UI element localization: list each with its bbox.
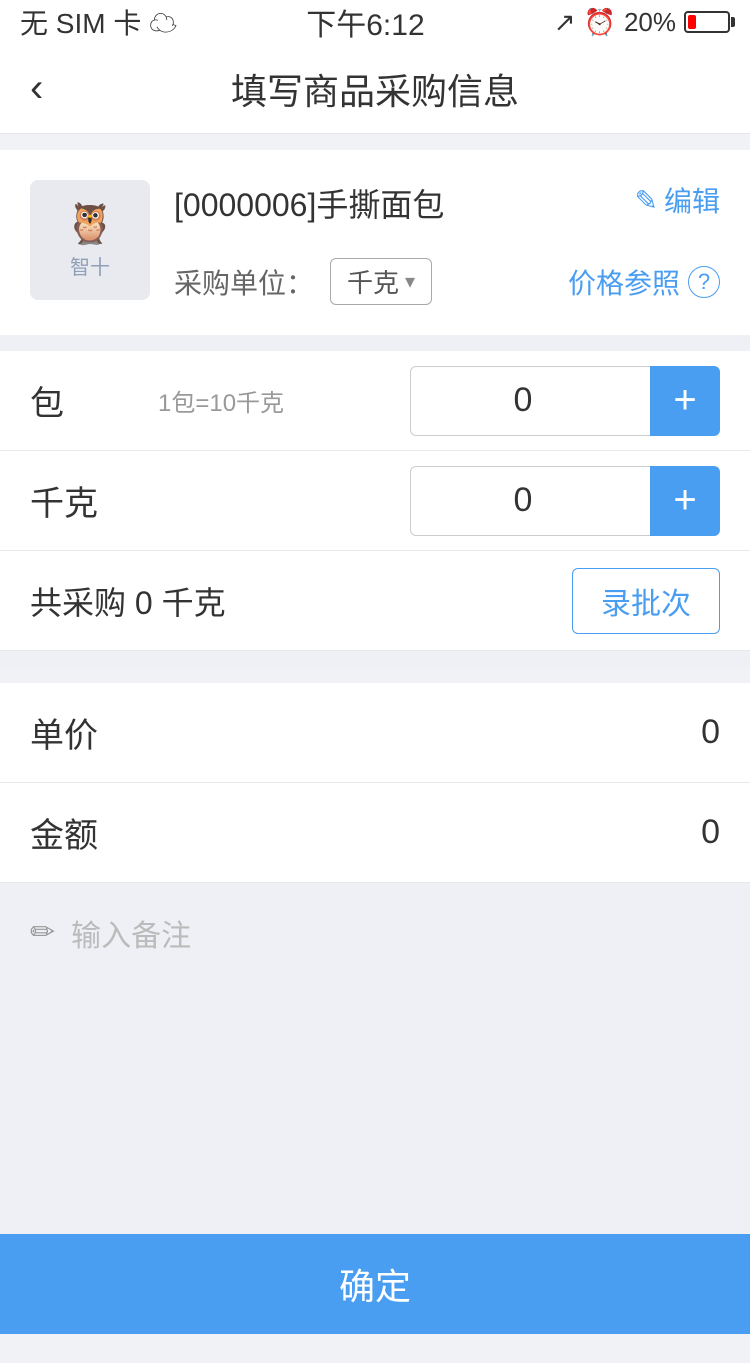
- pencil-icon: ✏: [30, 915, 55, 950]
- battery-percent: 20%: [624, 7, 676, 38]
- unit-selector[interactable]: 千克 ▾: [330, 258, 432, 305]
- back-button[interactable]: ‹: [20, 56, 53, 121]
- edit-icon: ✎: [635, 184, 658, 217]
- section-divider-1: [0, 335, 750, 351]
- price-help-icon[interactable]: ?: [688, 266, 720, 298]
- unit-label: 采购单位：: [174, 262, 314, 302]
- product-thumbnail: 🦉 智十: [30, 180, 150, 300]
- product-unit-row: 采购单位： 千克 ▾: [174, 258, 432, 305]
- amount-label: 金额: [30, 808, 98, 857]
- kg-plus-button[interactable]: +: [650, 466, 720, 536]
- bag-input-control: +: [410, 366, 720, 436]
- amount-row: 金额 0: [0, 783, 750, 883]
- battery-icon: [684, 11, 730, 33]
- bag-input-row: 包 1包=10千克 +: [0, 351, 750, 451]
- kg-label: 千克: [30, 476, 150, 525]
- product-info: [0000006]手撕面包 ✎ 编辑 采购单位： 千克 ▾ 价格参照 ?: [174, 180, 720, 305]
- bag-quantity-input[interactable]: [410, 366, 650, 436]
- status-bar: 无 SIM 卡 ☁ 下午6:12 ↗ ⏰ 20%: [0, 0, 750, 44]
- edit-button[interactable]: ✎ 编辑: [635, 180, 720, 220]
- status-right: ↗ ⏰ 20%: [554, 7, 730, 38]
- unit-value: 千克: [347, 263, 399, 300]
- unit-price-row: 单价 0: [0, 683, 750, 783]
- chevron-down-icon: ▾: [405, 269, 415, 294]
- amount-value: 0: [701, 813, 720, 852]
- product-name: [0000006]手撕面包: [174, 180, 444, 226]
- bag-label: 包: [30, 376, 150, 425]
- bag-plus-button[interactable]: +: [650, 366, 720, 436]
- bag-sublabel: 1包=10千克: [158, 383, 284, 418]
- summary-text: 共采购 0 千克: [30, 578, 226, 624]
- remark-section[interactable]: ✏ 输入备注: [0, 883, 750, 1263]
- kg-input-row: 千克 +: [0, 451, 750, 551]
- location-icon: ↗: [554, 7, 576, 38]
- summary-row: 共采购 0 千克 录批次: [0, 551, 750, 651]
- product-card: 🦉 智十 [0000006]手撕面包 ✎ 编辑 采购单位： 千克 ▾ 价格参照 …: [0, 150, 750, 335]
- page-title: 填写商品采购信息: [231, 63, 519, 115]
- product-thumb-icon: 🦉: [65, 200, 115, 247]
- product-thumb-label: 智十: [70, 251, 110, 280]
- section-divider-2: [0, 651, 750, 667]
- confirm-button[interactable]: 确定: [0, 1234, 750, 1334]
- alarm-icon: ⏰: [584, 7, 616, 38]
- price-section: 单价 0 金额 0: [0, 683, 750, 883]
- price-reference-link[interactable]: 价格参照 ?: [568, 262, 720, 302]
- kg-quantity-input[interactable]: [410, 466, 650, 536]
- kg-input-control: +: [410, 466, 720, 536]
- status-left: 无 SIM 卡 ☁: [20, 2, 177, 42]
- remark-placeholder: 输入备注: [71, 911, 191, 955]
- input-section: 包 1包=10千克 + 千克 + 共采购 0 千克 录批次: [0, 351, 750, 651]
- unit-price-value: 0: [701, 713, 720, 752]
- nav-bar: ‹ 填写商品采购信息: [0, 44, 750, 134]
- status-time: 下午6:12: [306, 0, 424, 44]
- sim-label: 无 SIM 卡 ☁: [20, 2, 177, 42]
- batch-button[interactable]: 录批次: [572, 568, 720, 634]
- unit-price-label: 单价: [30, 708, 98, 757]
